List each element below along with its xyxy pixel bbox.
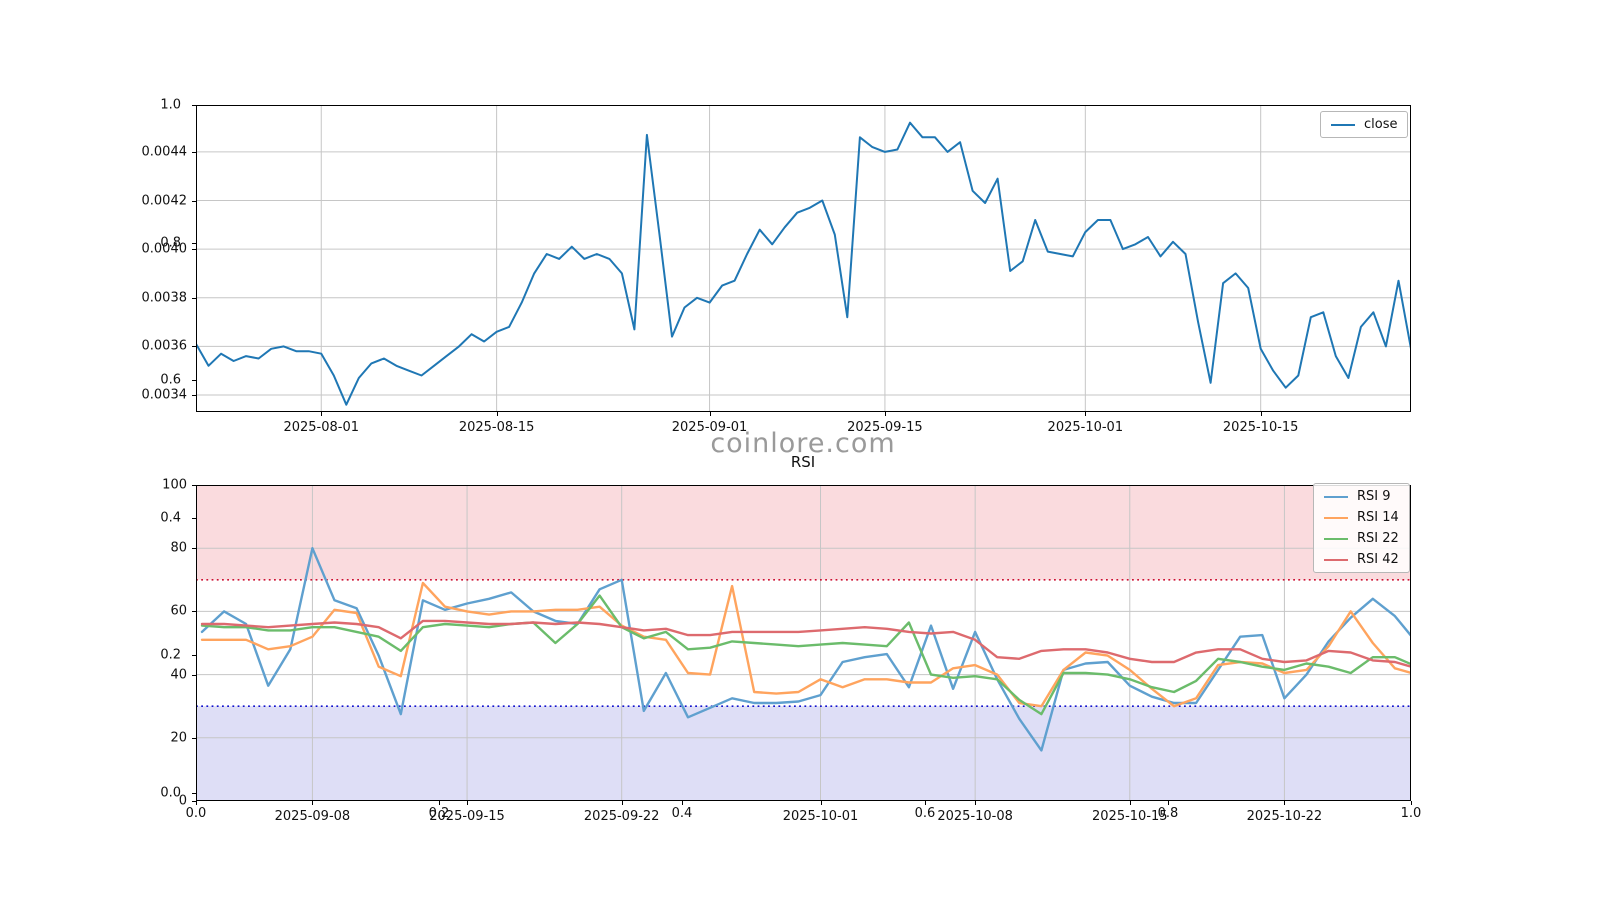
legend-item-rsi-42: RSI 42 [1324,551,1399,568]
legend-label: RSI 14 [1357,510,1399,525]
x-tick-label: 2025-10-22 [1246,809,1323,824]
legend-label: RSI 9 [1357,489,1391,504]
legend-line-sample [1331,123,1355,126]
axis-tick [1168,801,1169,805]
axis-tick [467,801,469,805]
y-tick-label: 0.0038 [141,290,188,306]
axis-tick [192,394,196,396]
legend-line-sample [1324,516,1348,519]
axis-tick [975,801,977,805]
legend-item-rsi-9: RSI 9 [1324,488,1399,505]
y-tick-label: 100 [162,477,187,493]
overlay-x-tick-label: 0.6 [914,806,936,821]
legend-line-sample [1324,495,1348,498]
axis-tick [192,151,196,153]
y-tick-label: 40 [170,667,187,683]
x-tick-label: 2025-10-08 [937,809,1013,824]
overlay-x-tick-label: 0.4 [671,806,693,821]
axis-tick [192,674,196,676]
legend-label: close [1364,117,1398,132]
legend-label: RSI 22 [1357,531,1399,546]
y-tick-label: 0.0042 [141,193,188,209]
axis-tick [192,793,196,794]
overlay-y-tick-label: 0.0 [160,785,181,801]
overlay-y-tick-label: 0.4 [160,510,181,526]
axis-tick [312,801,314,805]
axis-tick [1085,412,1087,416]
overlay-y-tick-label: 0.8 [160,235,181,251]
axis-tick [1129,801,1131,805]
axis-tick [192,655,196,657]
x-tick-label: 2025-10-01 [782,809,859,824]
axis-tick [192,548,196,550]
legend-label: RSI 42 [1357,552,1399,567]
y-tick-label: 0.0044 [141,144,188,160]
y-tick-label: 60 [170,603,187,619]
axis-tick [192,517,196,519]
x-tick-label: 2025-09-08 [274,809,351,824]
price-plot-area [196,105,1411,412]
axis-tick [192,200,196,202]
axis-tick [925,801,926,805]
axis-tick [192,242,196,244]
legend-item-rsi-22: RSI 22 [1324,530,1399,547]
x-tick-label: 2025-10-15 [1222,420,1299,435]
axis-tick [682,801,683,805]
legend-item-rsi-14: RSI 14 [1324,509,1399,526]
x-tick-label: 2025-09-22 [583,809,660,824]
x-tick-label: 2025-08-01 [283,420,360,435]
band-overbought [196,485,1411,580]
x-tick-label: 2025-10-01 [1047,420,1124,435]
axis-tick [1411,801,1412,805]
x-tick-label: 2025-09-01 [671,420,748,435]
series-rsi-22 [200,594,1411,716]
x-tick-label: 2025-09-15 [847,420,923,435]
overlay-x-tick-label: 0.0 [185,806,207,821]
axes-border [196,105,1411,412]
axis-tick [496,412,498,416]
x-tick-label: 2025-08-15 [458,420,535,435]
axis-tick [192,380,196,382]
band-oversold [196,706,1411,801]
y-tick-label: 80 [170,540,187,556]
overlay-y-tick-label: 1.0 [160,97,181,113]
rsi-plot-area [196,485,1411,801]
axis-tick [321,412,323,416]
axis-tick [709,412,711,416]
rsi-legend: RSI 9 RSI 14 RSI 22 RSI 42 [1313,483,1410,573]
axis-tick [192,737,196,739]
y-tick-label: 0.0034 [141,387,188,403]
axis-tick [192,249,196,251]
axis-tick [1260,412,1262,416]
overlay-x-tick-label: 0.2 [428,806,450,821]
axis-tick [439,801,440,805]
x-tick-label: 2025-10-15 [1092,809,1168,824]
rsi-chart-title: RSI [790,453,816,471]
axis-tick [192,485,196,486]
overlay-x-tick-label: 1.0 [1400,806,1422,821]
axis-tick [621,801,623,805]
series-close [196,121,1411,406]
axis-tick [1284,801,1286,805]
overlay-y-tick-label: 0.6 [160,372,181,388]
y-tick-label: 20 [170,730,187,746]
overlay-x-tick-label: 0.8 [1157,806,1179,821]
legend-line-sample [1324,558,1348,561]
axis-tick [196,801,197,805]
axis-tick [884,412,886,416]
axis-tick [192,611,196,613]
overlay-y-tick-label: 0.2 [160,647,181,663]
price-legend: close [1320,111,1409,138]
axis-tick [192,346,196,348]
legend-line-sample [1324,537,1348,540]
axis-tick [192,297,196,299]
legend-item-close: close [1331,116,1397,133]
y-tick-label: 0.0036 [141,338,188,354]
axis-tick [192,105,196,106]
figure: coinlore.com RSI close RSI 9 RSI 14 RSI 22… [0,0,1600,900]
axis-tick [820,801,822,805]
